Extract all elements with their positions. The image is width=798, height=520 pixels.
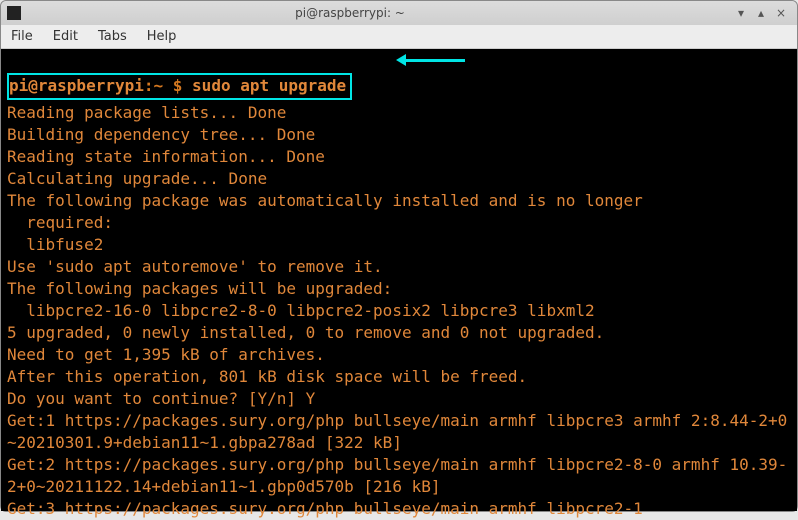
terminal-output: pi@raspberrypi:~ $ sudo apt upgrade Read…	[1, 49, 797, 520]
annotation-arrow	[405, 59, 465, 62]
titlebar: pi@raspberrypi: ~ ▾ ▴ ×	[1, 1, 797, 25]
entered-command: sudo apt upgrade	[192, 76, 346, 95]
prompt-path: ~	[154, 76, 164, 95]
output-line: Get:2 https://packages.sury.org/php bull…	[7, 455, 787, 496]
maximize-button[interactable]: ▴	[751, 6, 771, 20]
output-line: Use 'sudo apt autoremove' to remove it.	[7, 257, 383, 276]
prompt-separator: :	[144, 76, 154, 95]
output-line: Calculating upgrade... Done	[7, 169, 267, 188]
minimize-button[interactable]: ▾	[731, 6, 751, 20]
output-line: Need to get 1,395 kB of archives.	[7, 345, 325, 364]
output-line: Reading state information... Done	[7, 147, 325, 166]
menu-tabs[interactable]: Tabs	[88, 27, 137, 46]
window-title: pi@raspberrypi: ~	[0, 6, 731, 20]
output-line: Reading package lists... Done	[7, 103, 286, 122]
output-line: Get:1 https://packages.sury.org/php bull…	[7, 411, 787, 452]
menu-file[interactable]: File	[7, 27, 43, 46]
output-line: libfuse2	[7, 235, 103, 254]
menubar: File Edit Tabs Help	[1, 25, 797, 49]
output-line: Get:3 https://packages.sury.org/php bull…	[7, 499, 643, 518]
menu-help[interactable]: Help	[137, 27, 187, 46]
close-button[interactable]: ×	[771, 6, 791, 20]
highlighted-command-line: pi@raspberrypi:~ $ sudo apt upgrade	[7, 73, 352, 100]
output-line: After this operation, 801 kB disk space …	[7, 367, 527, 386]
output-line: libpcre2-16-0 libpcre2-8-0 libpcre2-posi…	[7, 301, 595, 320]
output-line: 5 upgraded, 0 newly installed, 0 to remo…	[7, 323, 604, 342]
output-line: Do you want to continue? [Y/n] Y	[7, 389, 315, 408]
prompt-dollar: $	[163, 76, 192, 95]
output-line: The following packages will be upgraded:	[7, 279, 392, 298]
menu-edit[interactable]: Edit	[43, 27, 88, 46]
output-line: Building dependency tree... Done	[7, 125, 315, 144]
output-line: required:	[7, 213, 113, 232]
terminal-area[interactable]: pi@raspberrypi:~ $ sudo apt upgrade Read…	[1, 49, 797, 511]
prompt-user-host: pi@raspberrypi	[9, 76, 144, 95]
output-line: The following package was automatically …	[7, 191, 643, 210]
